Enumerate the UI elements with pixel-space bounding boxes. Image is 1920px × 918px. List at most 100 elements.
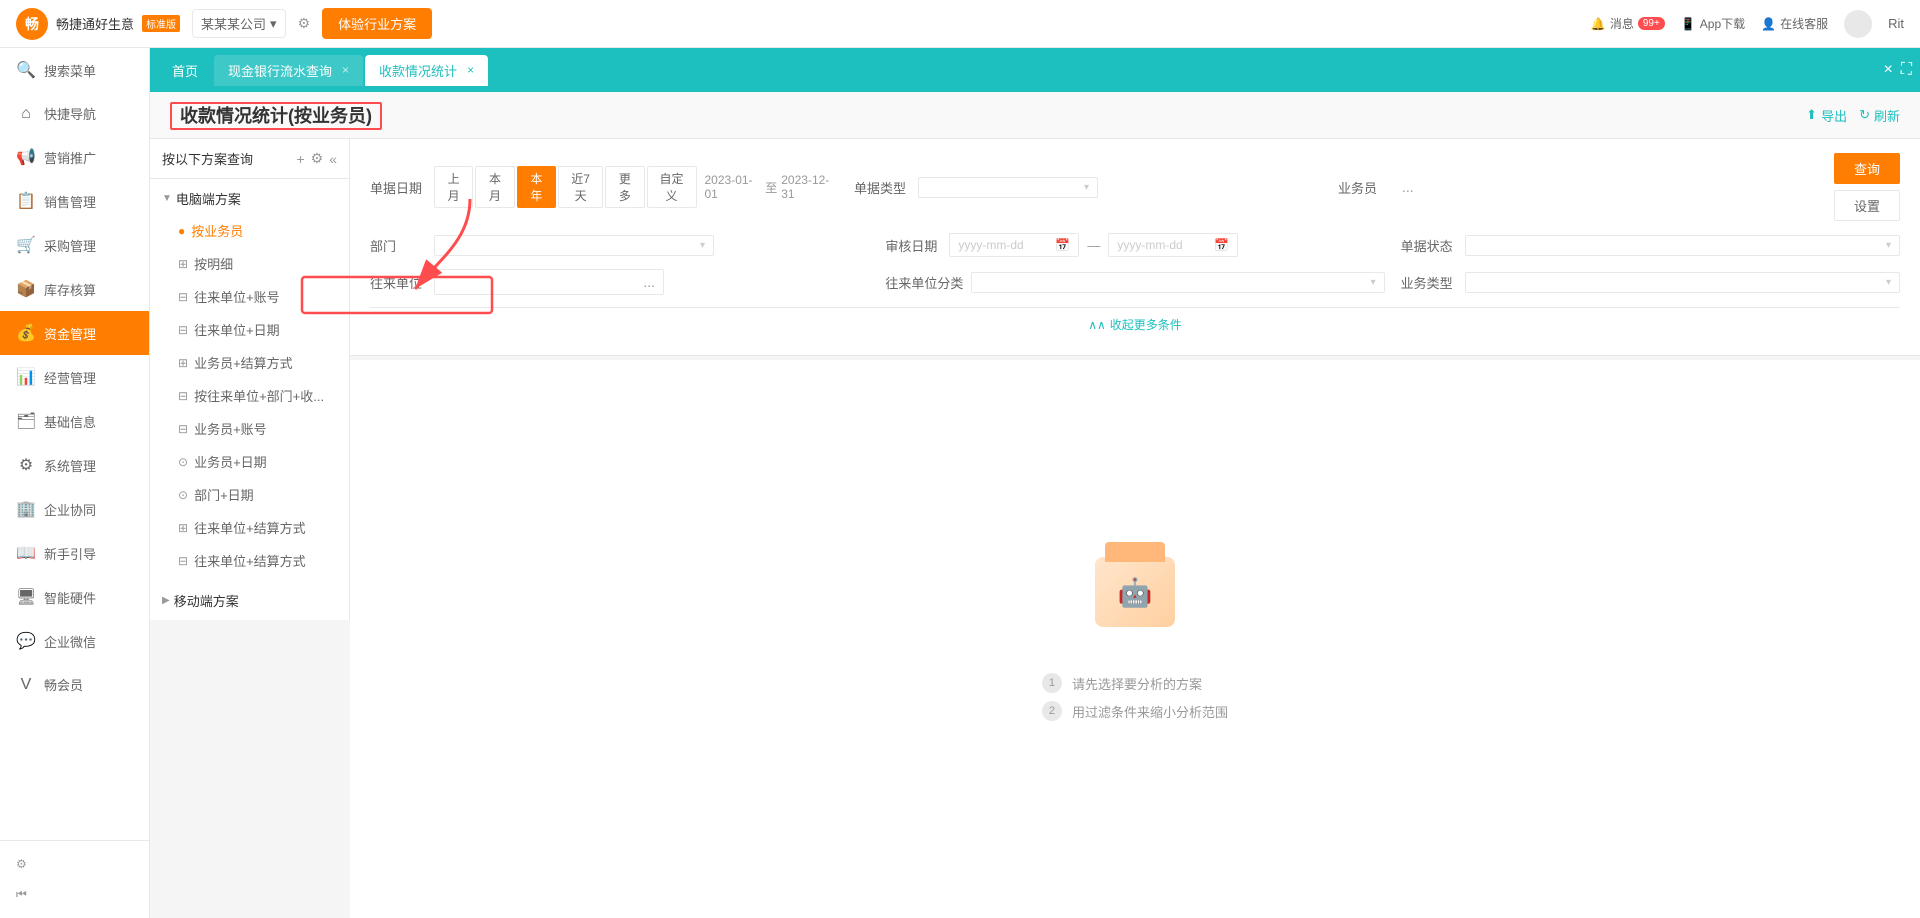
sidebar-item-smarthw[interactable]: 🖥 智能硬件 xyxy=(0,575,149,619)
collapse-filter-bar[interactable]: ∧∧ 收起更多条件 xyxy=(370,307,1900,341)
scheme-item-unit-date[interactable]: ⊟ 往来单位+日期 xyxy=(150,313,349,346)
sidebar-item-sales[interactable]: 📋 销售管理 xyxy=(0,179,149,223)
sidebar-item-basicinfo[interactable]: 🗂 基础信息 xyxy=(0,399,149,443)
date-btn-custom[interactable]: 自定义 xyxy=(647,166,697,208)
sidebar-item-inventory[interactable]: 📦 库存核算 xyxy=(0,267,149,311)
sidebar-item-enterprise[interactable]: 🏢 企业协同 xyxy=(0,487,149,531)
export-button[interactable]: ⬆ 导出 xyxy=(1806,106,1847,125)
sidebar-item-search[interactable]: 🔍 搜索菜单 xyxy=(0,48,149,92)
left-panel-header: 按以下方案查询 + ⚙ « xyxy=(150,139,349,179)
biztype-select[interactable]: ▾ xyxy=(1465,272,1900,293)
sidebar-item-guide[interactable]: 📖 新手引导 xyxy=(0,531,149,575)
user-avatar[interactable] xyxy=(1844,10,1872,38)
logo-area: 畅 畅捷通好生意 标准版 xyxy=(16,8,180,40)
unit-settle1-icon: ⊞ xyxy=(178,521,188,535)
sidebar-item-wechat[interactable]: 💬 企业微信 xyxy=(0,619,149,663)
settings-button[interactable]: 设置 xyxy=(1834,190,1900,221)
header-right: 🔔 消息 99+ 📱 App下载 👤 在线客服 Rit xyxy=(1591,10,1904,38)
scheme-item-salesman-account[interactable]: ⊟ 业务员+账号 xyxy=(150,412,349,445)
tab-home[interactable]: 首页 xyxy=(158,55,212,86)
detail-scheme-icon: ⊞ xyxy=(178,257,188,271)
scheme-gear-icon[interactable]: ⚙ xyxy=(311,150,324,167)
doctype-select[interactable]: ▾ xyxy=(918,177,1098,198)
sidebar-item-system[interactable]: ⚙ 系统管理 xyxy=(0,443,149,487)
salesman-scheme-icon: ● xyxy=(178,224,185,238)
action-buttons: 查询 设置 xyxy=(1834,153,1900,221)
messages-action[interactable]: 🔔 消息 99+ xyxy=(1591,15,1665,32)
sidebar-item-operations[interactable]: 📊 经营管理 xyxy=(0,355,149,399)
docstatus-select[interactable]: ▾ xyxy=(1465,235,1900,256)
trial-button[interactable]: 体验行业方案 xyxy=(322,8,432,39)
desktop-arrow-icon: ▼ xyxy=(162,193,172,204)
filter-area: 单据日期 上月 本月 本年 近7天 更多 自定义 2023-01-01 xyxy=(350,139,1920,356)
tab-collection-stat-close-icon[interactable]: × xyxy=(467,63,474,77)
left-panel-wrapper: 按以下方案查询 + ⚙ « ▼ 电脑端方案 xyxy=(150,139,350,918)
scheme-item-unit-settle1[interactable]: ⊞ 往来单位+结算方式 xyxy=(150,511,349,544)
query-button[interactable]: 查询 xyxy=(1834,153,1900,184)
home-icon: ⌂ xyxy=(16,105,36,123)
tab-bank-flow[interactable]: 现金银行流水查询 × xyxy=(214,55,363,86)
mobile-scheme-header[interactable]: ▶ 移动端方案 xyxy=(150,585,349,616)
sidebar-item-purchase[interactable]: 🛒 采购管理 xyxy=(0,223,149,267)
scheme-item-by-salesman[interactable]: ● 按业务员 xyxy=(150,214,349,247)
dept-select[interactable]: ▾ xyxy=(434,235,714,256)
date-btn-more[interactable]: 更多 xyxy=(605,166,644,208)
enterprise-icon: 🏢 xyxy=(16,499,36,519)
app-download-action[interactable]: 📱 App下载 xyxy=(1681,15,1745,32)
desktop-scheme-label: 电脑端方案 xyxy=(176,189,241,208)
date-btn-last-month[interactable]: 上月 xyxy=(434,166,473,208)
date-btn-this-year[interactable]: 本年 xyxy=(517,166,556,208)
filter-reviewdate-item: 审核日期 yyyy-mm-dd 📅 — yyyy-mm-dd 📅 xyxy=(885,233,1384,257)
sidebar-bottom: ⚙ ⏮ xyxy=(0,840,149,918)
scheme-item-unit-dept[interactable]: ⊟ 按往来单位+部门+收... xyxy=(150,379,349,412)
scheme-item-by-detail[interactable]: ⊞ 按明细 xyxy=(150,247,349,280)
date-btn-last7[interactable]: 近7天 xyxy=(558,166,603,208)
left-panel-title: 按以下方案查询 xyxy=(162,149,253,168)
counterparty-class-select[interactable]: ▾ xyxy=(971,272,1384,293)
window-close-icon[interactable]: × xyxy=(1883,61,1892,79)
tab-collection-stat[interactable]: 收款情况统计 × xyxy=(365,55,488,86)
date-range-display: 2023-01-01 至 2023-12-31 xyxy=(705,173,839,201)
add-scheme-icon[interactable]: + xyxy=(296,151,304,167)
salesman-date-label: 业务员+日期 xyxy=(194,452,267,471)
header-gear-icon[interactable]: ⚙ xyxy=(298,15,311,32)
sidebar-item-quicknav[interactable]: ⌂ 快捷导航 xyxy=(0,92,149,135)
counterparty-select[interactable]: ... xyxy=(434,269,664,295)
date-quick-buttons: 上月 本月 本年 近7天 更多 自定义 xyxy=(434,166,697,208)
scheme-item-salesman-date[interactable]: ⊙ 业务员+日期 xyxy=(150,445,349,478)
mobile-scheme-label: 移动端方案 xyxy=(174,591,239,610)
scheme-item-dept-date[interactable]: ⊙ 部门+日期 xyxy=(150,478,349,511)
sidebar-item-member[interactable]: V 畅会员 xyxy=(0,663,149,706)
online-service-action[interactable]: 👤 在线客服 xyxy=(1761,15,1828,32)
sidebar-label-system: 系统管理 xyxy=(44,456,96,475)
counterparty-label: 往来单位 xyxy=(370,273,426,292)
review-date-start[interactable]: yyyy-mm-dd 📅 xyxy=(949,233,1079,257)
collapse-filter-label: 收起更多条件 xyxy=(1110,316,1182,333)
sidebar-collapse[interactable]: ⏮ xyxy=(0,879,149,910)
workspace-name: 某某某公司 xyxy=(201,14,266,33)
sidebar-label-capital: 资金管理 xyxy=(44,324,96,343)
step-1-num: 1 xyxy=(1042,673,1062,693)
salesman-more-btn[interactable]: ... xyxy=(1402,179,1414,195)
scheme-item-unit-settle2[interactable]: ⊟ 往来单位+结算方式 xyxy=(150,544,349,577)
sidebar-item-capital[interactable]: 💰 资金管理 xyxy=(0,311,149,355)
empty-box: 🤖 xyxy=(1095,557,1175,627)
date-range-start: 2023-01-01 xyxy=(705,173,762,201)
date-btn-this-month[interactable]: 本月 xyxy=(475,166,514,208)
salesman-settle-icon: ⊞ xyxy=(178,356,188,370)
sidebar-label-sales: 销售管理 xyxy=(44,192,96,211)
tab-bank-flow-close-icon[interactable]: × xyxy=(342,63,349,77)
desktop-scheme-header[interactable]: ▼ 电脑端方案 xyxy=(150,183,349,214)
sidebar-item-marketing[interactable]: 📢 营销推广 xyxy=(0,135,149,179)
scheme-item-salesman-settle[interactable]: ⊞ 业务员+结算方式 xyxy=(150,346,349,379)
counterparty-more-icon[interactable]: ... xyxy=(643,274,655,290)
collapse-panel-icon[interactable]: « xyxy=(329,151,337,167)
refresh-button[interactable]: ↻ 刷新 xyxy=(1859,106,1900,125)
settings-icon: ⚙ xyxy=(16,857,27,871)
workspace-selector[interactable]: 某某某公司 ▾ xyxy=(192,9,286,38)
review-date-end[interactable]: yyyy-mm-dd 📅 xyxy=(1108,233,1238,257)
window-expand-icon[interactable]: ⛶ xyxy=(1901,61,1912,79)
scheme-item-unit-account[interactable]: ⊟ 往来单位+账号 xyxy=(150,280,349,313)
sidebar-settings[interactable]: ⚙ xyxy=(0,849,149,879)
service-icon: 👤 xyxy=(1761,17,1776,31)
